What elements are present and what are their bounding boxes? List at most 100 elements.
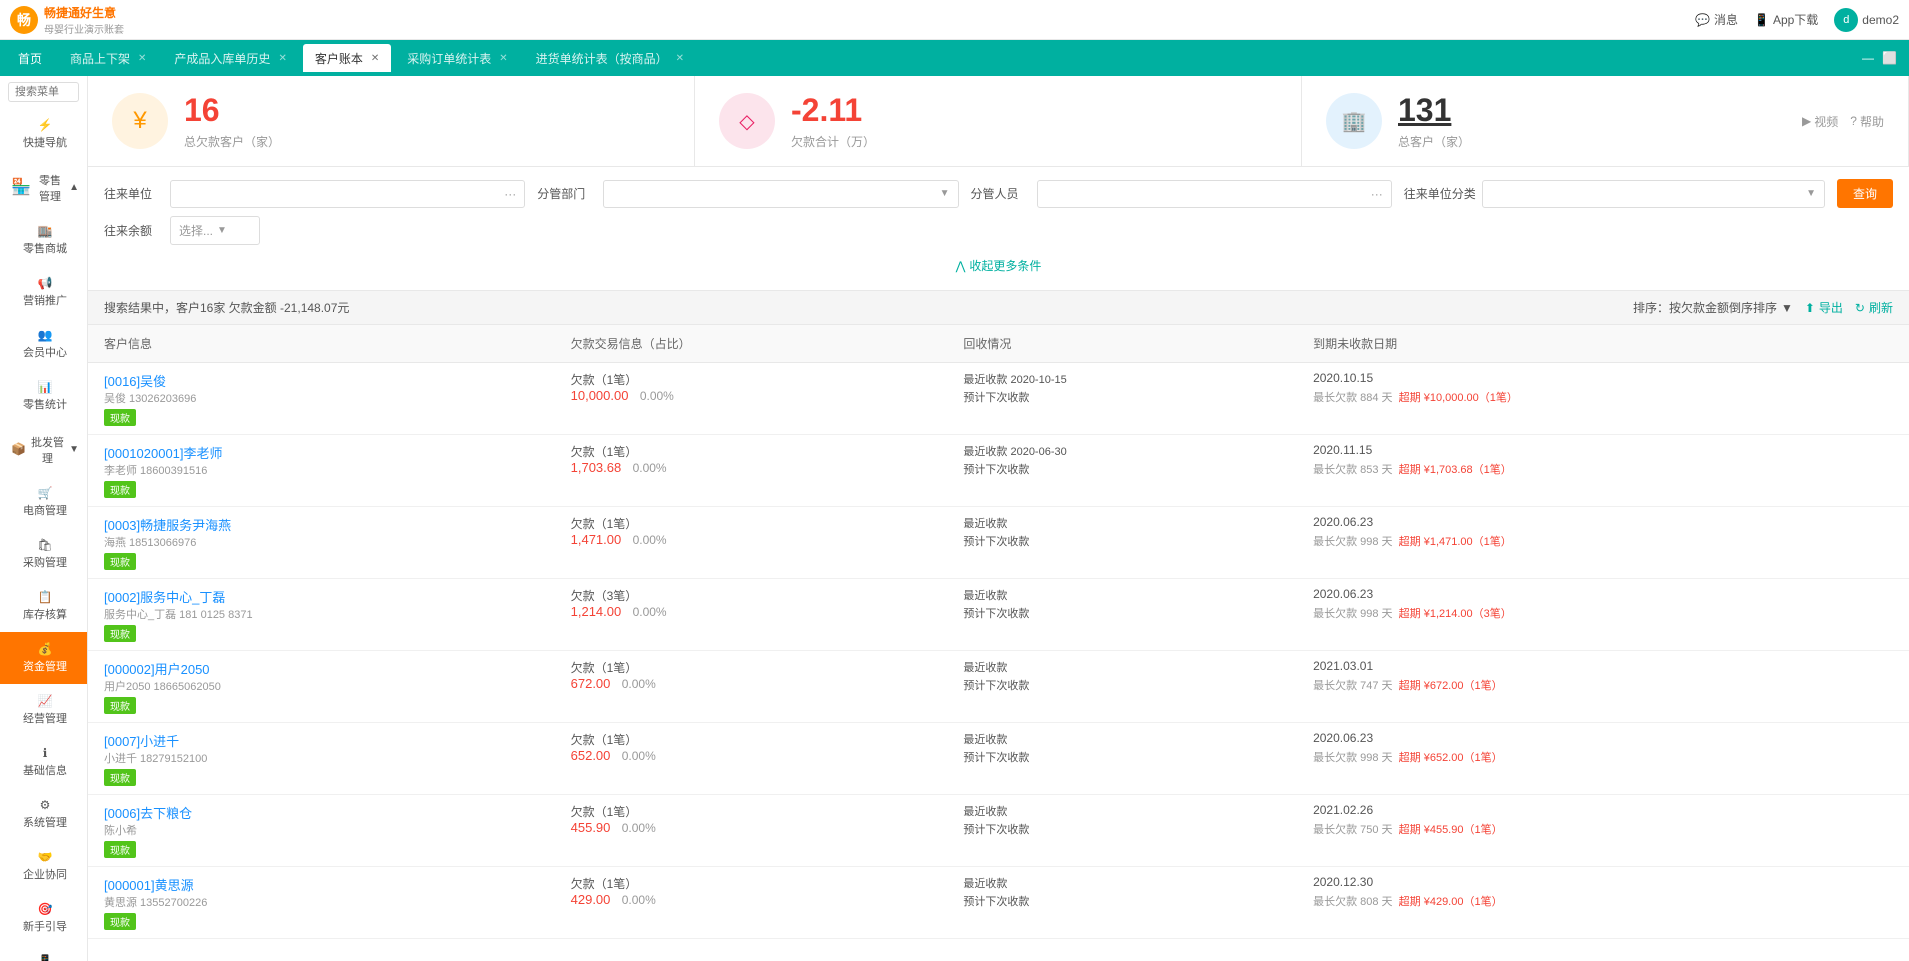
sort-button[interactable]: 排序：按欠款金额倒序排序 ▼ (1633, 299, 1793, 316)
basic-info-icon: ℹ (11, 746, 79, 760)
table-container: 客户信息 欠款交易信息（占比） 回收情况 到期未收款日期 [0016]吴俊 吴俊… (88, 325, 1909, 961)
due-date-2: 2020.06.23 (1313, 515, 1893, 529)
tab-purchase-order-close[interactable]: ✕ (499, 53, 507, 64)
export-button[interactable]: ⬆ 导出 (1805, 299, 1843, 316)
td-due-date-5: 2020.06.23 最长欠款 998 天 超期 ¥652.00（1笔） (1297, 723, 1909, 795)
query-button[interactable]: 查询 (1837, 179, 1893, 208)
overdue-link-3[interactable]: 超期 ¥1,214.00（3笔） (1399, 608, 1512, 620)
tab-product-offline-close[interactable]: ✕ (138, 53, 146, 64)
th-debt-info: 欠款交易信息（占比） (555, 325, 948, 363)
tab-product-history[interactable]: 产成品入库单历史 ✕ (162, 44, 298, 72)
refresh-button[interactable]: ↻ 刷新 (1855, 299, 1893, 316)
sidebar-item-member[interactable]: 👥 会员中心 (0, 318, 87, 370)
main-layout: ⚡ 快捷导航 🏪 零售管理 ▲ 🏬 零售商城 📢 营销推广 👥 (0, 76, 1909, 961)
search-input[interactable] (8, 82, 79, 102)
video-btn[interactable]: ▶视频 (1802, 113, 1838, 130)
sidebar-item-ecommerce[interactable]: 🛒 电商管理 (0, 476, 87, 528)
due-date-7: 2020.12.30 (1313, 875, 1893, 889)
td-due-date-3: 2020.06.23 最长欠款 998 天 超期 ¥1,214.00（3笔） (1297, 579, 1909, 651)
sidebar-item-inventory[interactable]: 📋 库存核算 (0, 580, 87, 632)
filter-source-unit-input[interactable]: ··· (170, 180, 525, 208)
filter-manager-label: 分管人员 (971, 185, 1031, 202)
filter-balance-select[interactable]: 选择... ▼ (170, 216, 260, 245)
tab-purchase-order[interactable]: 采购订单统计表 ✕ (395, 44, 519, 72)
sidebar-item-quick-nav[interactable]: ⚡ 快捷导航 (0, 108, 87, 160)
debt-desc-1: 欠款（1笔） (571, 443, 932, 460)
customer-name-link-0[interactable]: [0016]吴俊 (104, 374, 166, 389)
tab-minimize-icon[interactable]: — (1862, 51, 1874, 65)
overdue-link-0[interactable]: 超期 ¥10,000.00（1笔） (1399, 392, 1518, 404)
customer-name-link-1[interactable]: [0001020001]李老师 (104, 446, 223, 461)
sidebar-item-retail-mall[interactable]: 🏬 零售商城 (0, 214, 87, 266)
filter-unit-category-select[interactable]: ▼ (1482, 180, 1825, 208)
tab-maximize-icon[interactable]: ⬜ (1882, 51, 1897, 65)
app-download-btn[interactable]: 📱 App下载 (1754, 11, 1818, 28)
overdue-info-0: 最长欠款 884 天 超期 ¥10,000.00（1笔） (1313, 389, 1893, 405)
customer-phone-7: 黄思源 13552700226 (104, 894, 539, 910)
overdue-link-4[interactable]: 超期 ¥672.00（1笔） (1399, 680, 1503, 692)
table-row: [000001]黄思源 黄思源 13552700226 现款 欠款（1笔） 42… (88, 867, 1909, 939)
retail-mall-icon: 🏬 (11, 224, 79, 238)
filter-dept-label: 分管部门 (537, 185, 597, 202)
tab-customer-account-close[interactable]: ✕ (371, 53, 379, 64)
sidebar-item-basic-info[interactable]: ℹ 基础信息 (0, 736, 87, 788)
tab-purchase-stats-close[interactable]: ✕ (676, 53, 684, 64)
customer-name-link-4[interactable]: [000002]用户2050 (104, 662, 210, 677)
sidebar-item-app-center[interactable]: 📱 应用中心 (0, 944, 87, 961)
retail-mgmt-arrow: ▲ (69, 182, 79, 193)
customer-name-link-7[interactable]: [000001]黄思源 (104, 878, 194, 893)
overdue-link-1[interactable]: 超期 ¥1,703.68（1笔） (1399, 464, 1512, 476)
help-btn[interactable]: ?帮助 (1850, 113, 1884, 130)
overdue-link-7[interactable]: 超期 ¥429.00（1笔） (1399, 896, 1503, 908)
sidebar-item-system[interactable]: ⚙ 系统管理 (0, 788, 87, 840)
next-collection-3: 预计下次收款 (963, 605, 1281, 621)
sidebar-item-operations[interactable]: 📈 经营管理 (0, 684, 87, 736)
td-customer-info-4: [000002]用户2050 用户2050 18665062050 现款 (88, 651, 555, 723)
results-bar: 搜索结果中，客户16家 欠款金额 -21,148.07元 排序：按欠款金额倒序排… (88, 291, 1909, 325)
sidebar-item-finance[interactable]: 💰 资金管理 (0, 632, 87, 684)
collapse-button[interactable]: ⋀ 收起更多条件 (104, 253, 1893, 278)
tab-home[interactable]: 首页 (6, 44, 54, 72)
user-menu[interactable]: d demo2 (1834, 8, 1899, 32)
customer-phone-4: 用户2050 18665062050 (104, 678, 539, 694)
next-collection-5: 预计下次收款 (963, 749, 1281, 765)
customer-phone-0: 吴俊 13026203696 (104, 390, 539, 406)
filter-dept-select[interactable]: ▼ (603, 180, 958, 208)
sidebar-item-batch-mgmt[interactable]: 📦 批发管理 ▼ (0, 422, 87, 476)
filter-unit-category: 往来单位分类 ▼ (1404, 180, 1825, 208)
tab-product-history-close[interactable]: ✕ (278, 53, 286, 64)
tab-bar: 首页 商品上下架 ✕ 产成品入库单历史 ✕ 客户账本 ✕ 采购订单统计表 ✕ 进… (0, 40, 1909, 76)
overdue-link-5[interactable]: 超期 ¥652.00（1笔） (1399, 752, 1503, 764)
customer-phone-2: 海燕 18513066976 (104, 534, 539, 550)
tab-purchase-stats[interactable]: 进货单统计表（按商品） ✕ (524, 44, 696, 72)
filter-row-2: 往来余额 选择... ▼ (104, 216, 1893, 245)
sidebar-nav: ⚡ 快捷导航 🏪 零售管理 ▲ 🏬 零售商城 📢 营销推广 👥 (0, 108, 87, 961)
sidebar-item-purchase[interactable]: 🛍 采购管理 (0, 528, 87, 580)
recent-collection-1: 最近收款 2020-06-30 (963, 443, 1281, 459)
message-btn[interactable]: 💬 消息 (1695, 11, 1738, 28)
content-area: ¥ 16 总欠款客户（家） ◇ -2.11 欠款合计（万） 🏢 (88, 76, 1909, 961)
stat-value-3: 131 (1398, 92, 1786, 129)
sidebar-item-marketing[interactable]: 📢 营销推广 (0, 266, 87, 318)
customer-name-link-2[interactable]: [0003]畅捷服务尹海燕 (104, 518, 231, 533)
overdue-link-6[interactable]: 超期 ¥455.90（1笔） (1399, 824, 1503, 836)
sidebar-item-newbie[interactable]: 🎯 新手引导 (0, 892, 87, 944)
sidebar-item-retail-mgmt[interactable]: 🏪 零售管理 ▲ (0, 160, 87, 214)
logo-icon: 畅 (10, 6, 38, 34)
due-date-3: 2020.06.23 (1313, 587, 1893, 601)
tab-product-offline[interactable]: 商品上下架 ✕ (58, 44, 158, 72)
tab-customer-account[interactable]: 客户账本 ✕ (303, 44, 391, 72)
overdue-info-4: 最长欠款 747 天 超期 ¥672.00（1笔） (1313, 677, 1893, 693)
customer-name-link-5[interactable]: [0007]小进千 (104, 734, 179, 749)
customer-name-link-3[interactable]: [0002]服务中心_丁磊 (104, 590, 225, 605)
customer-name-link-6[interactable]: [0006]去下粮仓 (104, 806, 192, 821)
filter-manager-input[interactable]: ··· (1037, 180, 1392, 208)
source-unit-dots: ··· (504, 187, 516, 201)
filter-balance-label: 往来余额 (104, 222, 164, 239)
stat-label-3: 总客户（家） (1398, 133, 1786, 150)
sidebar-item-enterprise[interactable]: 🤝 企业协同 (0, 840, 87, 892)
overdue-link-2[interactable]: 超期 ¥1,471.00（1笔） (1399, 536, 1512, 548)
export-label: 导出 (1819, 299, 1843, 316)
th-collection: 回收情况 (947, 325, 1297, 363)
sidebar-item-retail-stats[interactable]: 📊 零售统计 (0, 370, 87, 422)
